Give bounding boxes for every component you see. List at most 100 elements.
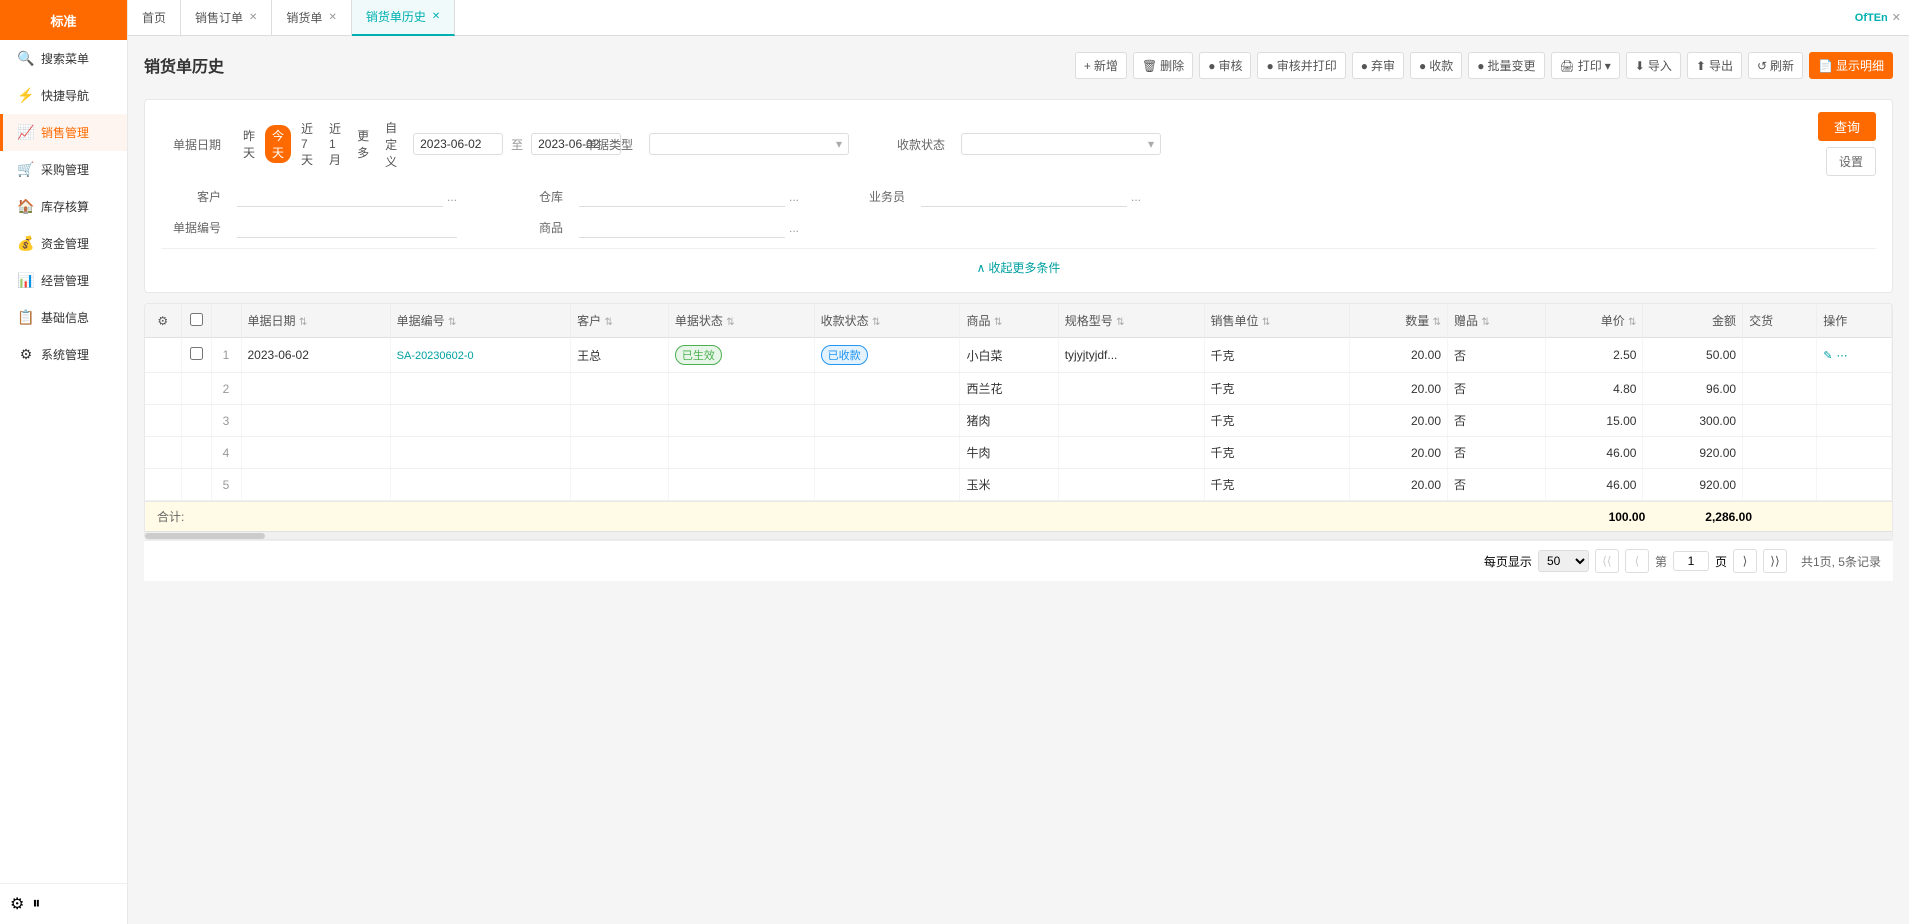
prev-page-button[interactable]: ⟨ [1625, 549, 1649, 573]
add-button[interactable]: + 新增 [1075, 52, 1127, 79]
salesperson-ellipsis[interactable]: ... [1131, 190, 1141, 204]
print-button[interactable]: 🖨 打印 ▾ [1551, 52, 1620, 79]
date-shortcut-today[interactable]: 今天 [265, 125, 291, 163]
export-button[interactable]: ⬆ 导出 [1687, 52, 1742, 79]
warehouse-input[interactable] [579, 186, 785, 207]
tab-sales-order-close[interactable]: ✕ [249, 12, 257, 23]
row-doc-no[interactable]: SA-20230602-0 [390, 338, 571, 373]
date-shortcut-custom[interactable]: 自定义 [379, 117, 403, 172]
row-checkbox-cell[interactable] [181, 338, 211, 373]
date-shortcut-yesterday[interactable]: 昨天 [237, 125, 261, 163]
refresh-button[interactable]: ↺ 刷新 [1748, 52, 1803, 79]
row-checkbox[interactable] [190, 347, 203, 360]
topbar-close[interactable]: ✕ [1892, 11, 1901, 24]
th-unit[interactable]: 销售单位 ⇅ [1204, 304, 1350, 338]
th-gift[interactable]: 赠品 ⇅ [1448, 304, 1546, 338]
goods-input[interactable] [579, 217, 785, 238]
customer-input[interactable] [237, 186, 443, 207]
more-action[interactable]: ⋯ [1836, 350, 1847, 362]
tab-sales-delivery-history-close[interactable]: ✕ [432, 11, 440, 22]
th-doc-no[interactable]: 单据编号 ⇅ [390, 304, 571, 338]
sidebar-item-quick-nav[interactable]: ⚡ 快捷导航 [0, 77, 127, 114]
audit-button[interactable]: ● 审核 [1199, 52, 1251, 79]
page-size-select[interactable]: 50 100 [1538, 550, 1589, 572]
th-spec[interactable]: 规格型号 ⇅ [1058, 304, 1204, 338]
import-button[interactable]: ⬇ 导入 [1626, 52, 1681, 79]
show-details-button[interactable]: 📄 显示明细 [1809, 52, 1893, 79]
date-shortcut-7days[interactable]: 近7天 [295, 118, 319, 170]
doc-no-input[interactable] [237, 217, 457, 238]
edit-action[interactable]: ✎ [1823, 350, 1832, 362]
row-action[interactable] [1817, 373, 1892, 405]
salesperson-input[interactable] [921, 186, 1127, 207]
row-doc-no[interactable] [390, 469, 571, 501]
row-checkbox-cell[interactable] [181, 469, 211, 501]
page-input[interactable] [1673, 551, 1709, 571]
row-doc-no[interactable] [390, 437, 571, 469]
row-action[interactable]: ✎⋯ [1817, 338, 1892, 373]
row-action[interactable] [1817, 405, 1892, 437]
settings-button[interactable]: 设置 [1826, 147, 1876, 176]
row-checkbox-cell[interactable] [181, 373, 211, 405]
doc-type-select[interactable]: ▾ [649, 133, 849, 155]
warehouse-ellipsis[interactable]: ... [789, 190, 799, 204]
payment-status-select[interactable]: ▾ [961, 133, 1161, 155]
sidebar-item-search[interactable]: 🔍 搜索菜单 [0, 40, 127, 77]
th-settings[interactable]: ⚙ [145, 304, 181, 338]
date-shortcut-1month[interactable]: 近1月 [323, 118, 347, 170]
sidebar-item-basic-info[interactable]: 📋 基础信息 [0, 299, 127, 336]
tab-sales-delivery-close[interactable]: ✕ [328, 12, 336, 23]
collect-button[interactable]: ● 收款 [1410, 52, 1462, 79]
th-doc-status[interactable]: 单据状态 ⇅ [668, 304, 814, 338]
sidebar-item-purchase-mgmt[interactable]: 🛒 采购管理 [0, 151, 127, 188]
scrollbar-thumb[interactable] [145, 533, 265, 539]
row-action[interactable] [1817, 437, 1892, 469]
doc-no-link[interactable]: SA-20230602-0 [397, 350, 474, 362]
row-doc-no[interactable] [390, 405, 571, 437]
row-price: 15.00 [1545, 405, 1643, 437]
tab-sales-order[interactable]: 销售订单 ✕ [181, 0, 272, 36]
tab-sales-delivery-history[interactable]: 销货单历史 ✕ [352, 0, 455, 36]
th-goods[interactable]: 商品 ⇅ [960, 304, 1058, 338]
last-page-button[interactable]: ⟩⟩ [1763, 549, 1787, 573]
customer-ellipsis[interactable]: ... [447, 190, 457, 204]
goods-ellipsis[interactable]: ... [789, 221, 799, 235]
th-doc-date[interactable]: 单据日期 ⇅ [241, 304, 390, 338]
sidebar-collapse-icon[interactable]: ⏸ [32, 895, 40, 913]
batch-change-button[interactable]: ● 批量变更 [1468, 52, 1544, 79]
collapse-button[interactable]: ∧ 收起更多条件 [977, 255, 1061, 280]
sidebar-item-finance[interactable]: 💰 资金管理 [0, 225, 127, 262]
query-button[interactable]: 查询 [1818, 112, 1876, 141]
row-doc-no[interactable] [390, 373, 571, 405]
sidebar-settings-icon[interactable]: ⚙ [10, 894, 24, 914]
row-price: 4.80 [1545, 373, 1643, 405]
th-customer[interactable]: 客户 ⇅ [571, 304, 669, 338]
next-page-button[interactable]: ⟩ [1733, 549, 1757, 573]
delete-button[interactable]: 🗑 删除 [1133, 52, 1193, 79]
date-from-input[interactable] [413, 133, 503, 155]
th-checkbox[interactable] [181, 304, 211, 338]
sidebar-item-inventory[interactable]: 🏠 库存核算 [0, 188, 127, 225]
tab-sales-delivery[interactable]: 销货单 ✕ [272, 0, 351, 36]
tab-home[interactable]: 首页 [128, 0, 181, 36]
horizontal-scrollbar[interactable] [145, 531, 1892, 539]
sidebar-item-sales-mgmt[interactable]: 📈 销售管理 [0, 114, 127, 151]
audit-print-button[interactable]: ● 审核并打印 [1257, 52, 1345, 79]
row-num: 4 [211, 437, 241, 469]
row-checkbox-cell[interactable] [181, 437, 211, 469]
first-page-button[interactable]: ⟨⟨ [1595, 549, 1619, 573]
row-action[interactable] [1817, 469, 1892, 501]
sidebar-item-system[interactable]: ⚙ 系统管理 [0, 336, 127, 373]
date-shortcut-more[interactable]: 更多 [351, 125, 375, 163]
th-payment-status[interactable]: 收款状态 ⇅ [814, 304, 960, 338]
delete-label: 删除 [1160, 57, 1184, 74]
th-price[interactable]: 单价 ⇅ [1545, 304, 1643, 338]
select-all-checkbox[interactable] [190, 313, 203, 326]
abandon-button[interactable]: ● 弃审 [1352, 52, 1404, 79]
th-qty[interactable]: 数量 ⇅ [1350, 304, 1448, 338]
row-gift: 否 [1448, 405, 1546, 437]
sidebar-item-label: 基础信息 [41, 309, 89, 326]
total-info: 共1页, 5条记录 [1801, 553, 1881, 570]
sidebar-item-operations[interactable]: 📊 经营管理 [0, 262, 127, 299]
row-checkbox-cell[interactable] [181, 405, 211, 437]
